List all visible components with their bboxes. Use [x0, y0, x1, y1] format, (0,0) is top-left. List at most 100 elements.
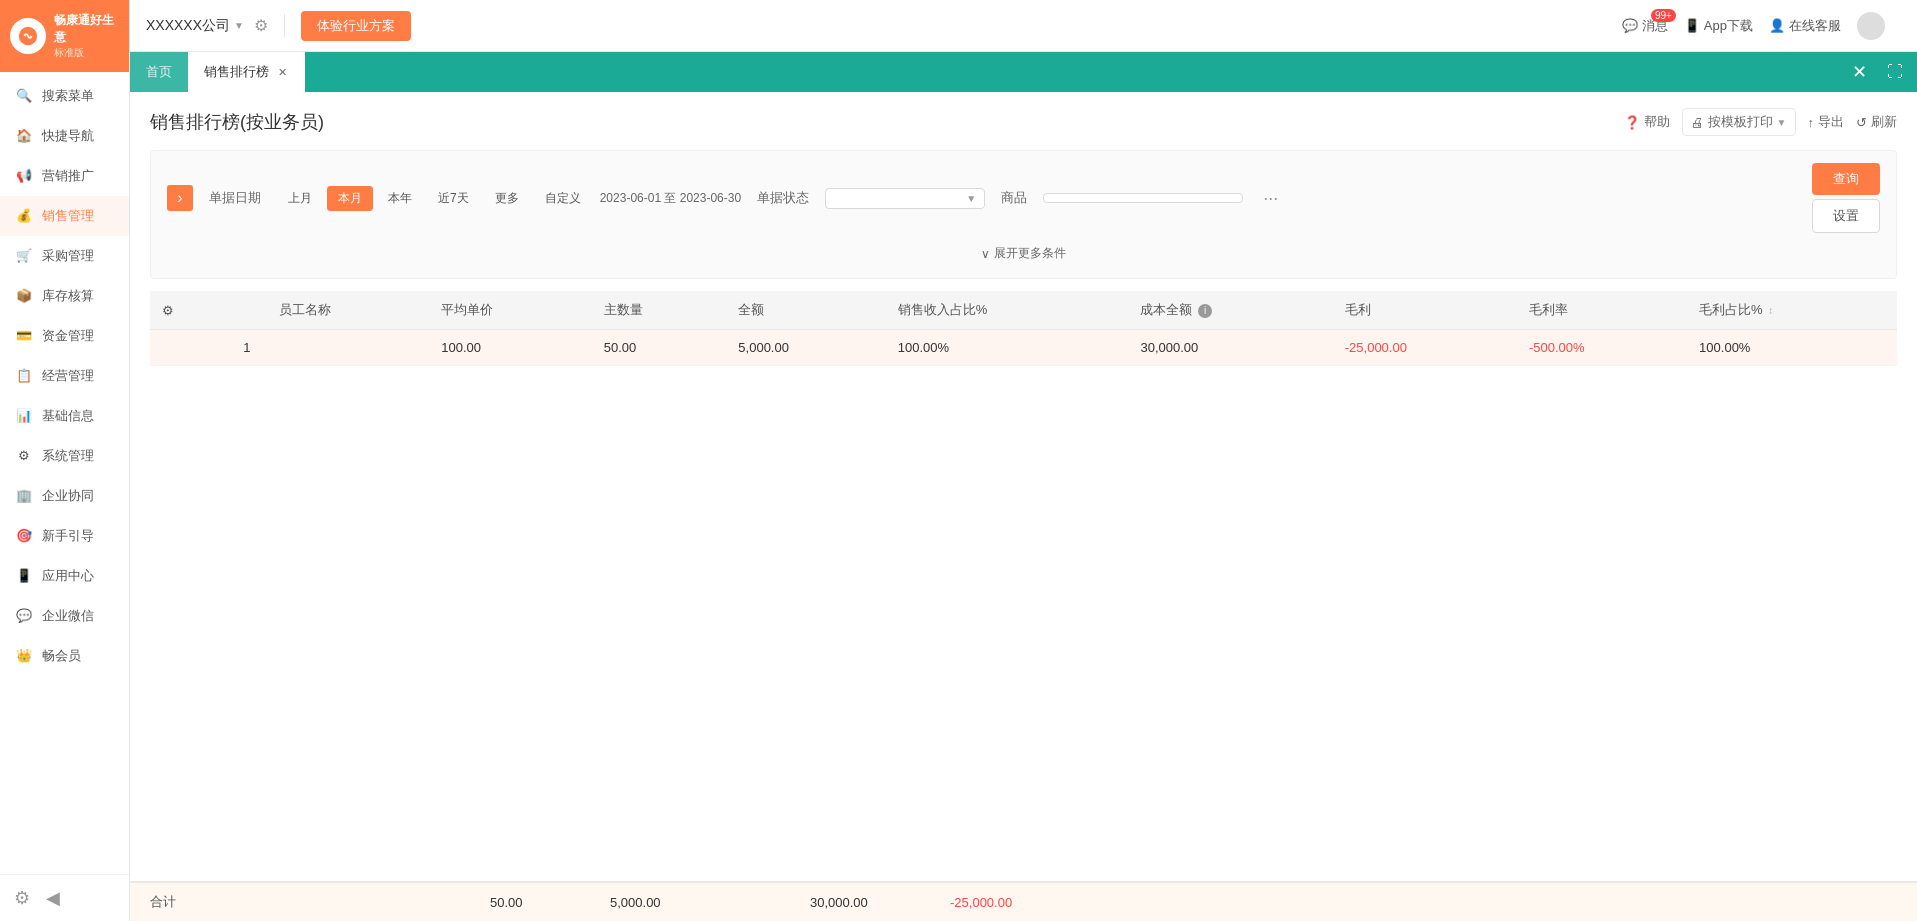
sidebar-item-enterprise[interactable]: 🏢 企业协同: [0, 476, 129, 516]
chevron-down-icon: ∨: [981, 247, 990, 261]
print-icon: 🖨: [1691, 115, 1704, 130]
sidebar-item-shortcut[interactable]: 🏠 快捷导航: [0, 116, 129, 156]
sidebar-item-guide[interactable]: 🎯 新手引导: [0, 516, 129, 556]
tab-sales-ranking-label: 销售排行榜: [204, 63, 269, 81]
row-sales-pct-cell: 100.00%: [886, 330, 1129, 366]
row-rank-cell: 1: [227, 330, 267, 366]
sidebar-item-search[interactable]: 🔍 搜索菜单: [0, 76, 129, 116]
help-icon: ❓: [1624, 115, 1640, 130]
avatar[interactable]: [1857, 12, 1885, 40]
row-cost-cell: 30,000.00: [1128, 330, 1332, 366]
sidebar-item-wechat[interactable]: 💬 企业微信: [0, 596, 129, 636]
sidebar-item-label-member: 畅会员: [42, 647, 81, 665]
shortcut-icon: 🏠: [14, 126, 34, 146]
tab-home[interactable]: 首页: [130, 52, 188, 92]
settings-icon[interactable]: ⚙: [254, 16, 268, 35]
export-label: 导出: [1818, 113, 1844, 131]
sidebar-item-sales[interactable]: 💰 销售管理: [0, 196, 129, 236]
footer-amount: 5,000.00: [610, 895, 710, 910]
settings-icon[interactable]: ⚙: [14, 887, 30, 909]
tab-sales-ranking[interactable]: 销售排行榜 ✕: [188, 52, 305, 92]
header: XXXXXX公司 ▼ ⚙ 体验行业方案 💬 消息 99+ 📱 App下载 👤 在…: [130, 0, 1917, 52]
sidebar-item-purchase[interactable]: 🛒 采购管理: [0, 236, 129, 276]
sidebar: 畅康通好生意 标准版 🔍 搜索菜单 🏠 快捷导航 📢 营销推广 💰 销售管理 🛒…: [0, 0, 130, 921]
header-divider: [284, 14, 285, 38]
col-settings-header[interactable]: ⚙: [150, 291, 227, 330]
query-btn[interactable]: 查询: [1812, 163, 1880, 195]
date-tab-curr-month[interactable]: 本月: [327, 186, 373, 211]
sidebar-item-label-search: 搜索菜单: [42, 87, 94, 105]
date-tab-prev-month[interactable]: 上月: [277, 186, 323, 211]
sidebar-item-label-enterprise: 企业协同: [42, 487, 94, 505]
wechat-icon: 💬: [14, 606, 34, 626]
status-select[interactable]: ▼: [825, 188, 985, 209]
industry-btn[interactable]: 体验行业方案: [301, 11, 411, 41]
date-tab-more[interactable]: 更多: [484, 186, 530, 211]
sidebar-item-basic[interactable]: 📊 基础信息: [0, 396, 129, 436]
settings-col-icon[interactable]: ⚙: [162, 303, 174, 318]
col-profit-pct-header: 毛利占比% ↕: [1687, 291, 1897, 330]
profit-pct-sort-icon[interactable]: ↕: [1768, 305, 1773, 316]
tab-maximize-btn[interactable]: ⛶: [1881, 58, 1909, 86]
row-profit-pct-cell: 100.00%: [1687, 330, 1897, 366]
sidebar-footer: ⚙ ◀: [0, 874, 129, 921]
template-print-btn[interactable]: 🖨 按模板打印 ▼: [1682, 108, 1796, 136]
row-profit-cell: -25,000.00: [1333, 330, 1517, 366]
tab-bar-actions: ✕ ⛶: [1845, 58, 1917, 86]
footer-cost: 30,000.00: [810, 895, 910, 910]
tab-close-icon[interactable]: ✕: [275, 65, 289, 79]
more-filters-btn[interactable]: ···: [1263, 188, 1278, 209]
tab-close-btn[interactable]: ✕: [1845, 58, 1873, 86]
sidebar-item-marketing[interactable]: 📢 营销推广: [0, 156, 129, 196]
service-btn[interactable]: 👤 在线客服: [1769, 17, 1841, 35]
sidebar-item-inventory[interactable]: 📦 库存核算: [0, 276, 129, 316]
collapse-icon[interactable]: ◀: [46, 887, 60, 909]
sidebar-item-label-sales: 销售管理: [42, 207, 94, 225]
help-btn[interactable]: ❓ 帮助: [1624, 113, 1670, 131]
date-tab-custom[interactable]: 自定义: [534, 186, 592, 211]
refresh-label: 刷新: [1871, 113, 1897, 131]
date-tab-7days[interactable]: 近7天: [427, 186, 480, 211]
expand-more-conditions[interactable]: ∨ 展开更多条件: [167, 241, 1880, 266]
sidebar-item-member[interactable]: 👑 畅会员: [0, 636, 129, 676]
content-area: 销售排行榜(按业务员) ❓ 帮助 🖨 按模板打印 ▼ ↑ 导出 ↺ 刷新: [130, 92, 1917, 921]
tab-bar: 首页 销售排行榜 ✕ ✕ ⛶: [130, 52, 1917, 92]
app-download-btn[interactable]: 📱 App下载: [1684, 17, 1753, 35]
sidebar-item-label-shortcut: 快捷导航: [42, 127, 94, 145]
sidebar-item-appstore[interactable]: 📱 应用中心: [0, 556, 129, 596]
col-qty-header: 主数量: [592, 291, 727, 330]
date-filter-label: 单据日期: [209, 189, 261, 207]
sidebar-item-label-inventory: 库存核算: [42, 287, 94, 305]
page-title-bar: 销售排行榜(按业务员) ❓ 帮助 🖨 按模板打印 ▼ ↑ 导出 ↺ 刷新: [150, 108, 1897, 136]
search-icon: 🔍: [14, 86, 34, 106]
date-tab-curr-year[interactable]: 本年: [377, 186, 423, 211]
page-title: 销售排行榜(按业务员): [150, 110, 324, 134]
footer-profit: -25,000.00: [950, 895, 1050, 910]
operation-icon: 📋: [14, 366, 34, 386]
refresh-btn[interactable]: ↺ 刷新: [1856, 113, 1897, 131]
message-btn[interactable]: 💬 消息 99+: [1622, 17, 1668, 35]
purchase-icon: 🛒: [14, 246, 34, 266]
col-sales-pct-header: 销售收入占比%: [886, 291, 1129, 330]
company-selector[interactable]: XXXXXX公司 ▼: [146, 17, 244, 35]
export-btn[interactable]: ↑ 导出: [1808, 113, 1845, 131]
goods-input[interactable]: [1043, 193, 1243, 203]
sidebar-item-system[interactable]: ⚙ 系统管理: [0, 436, 129, 476]
cost-info-icon[interactable]: i: [1198, 304, 1212, 318]
col-cost-header: 成本全额 i: [1128, 291, 1332, 330]
row-name-cell: [267, 330, 429, 366]
print-dropdown-icon: ▼: [1777, 117, 1787, 128]
sidebar-item-label-wechat: 企业微信: [42, 607, 94, 625]
sidebar-nav: 🔍 搜索菜单 🏠 快捷导航 📢 营销推广 💰 销售管理 🛒 采购管理 📦 库存核…: [0, 72, 129, 874]
sidebar-item-label-marketing: 营销推广: [42, 167, 94, 185]
member-icon: 👑: [14, 646, 34, 666]
app-icon: 📱: [1684, 18, 1700, 33]
sidebar-item-finance[interactable]: 💳 资金管理: [0, 316, 129, 356]
settings-btn[interactable]: 设置: [1812, 199, 1880, 233]
footer-total-label: 合计: [150, 893, 230, 911]
finance-icon: 💳: [14, 326, 34, 346]
status-filter-label: 单据状态: [757, 189, 809, 207]
refresh-icon: ↺: [1856, 115, 1867, 130]
sidebar-item-operation[interactable]: 📋 经营管理: [0, 356, 129, 396]
expand-filter-btn[interactable]: ›: [167, 185, 193, 211]
